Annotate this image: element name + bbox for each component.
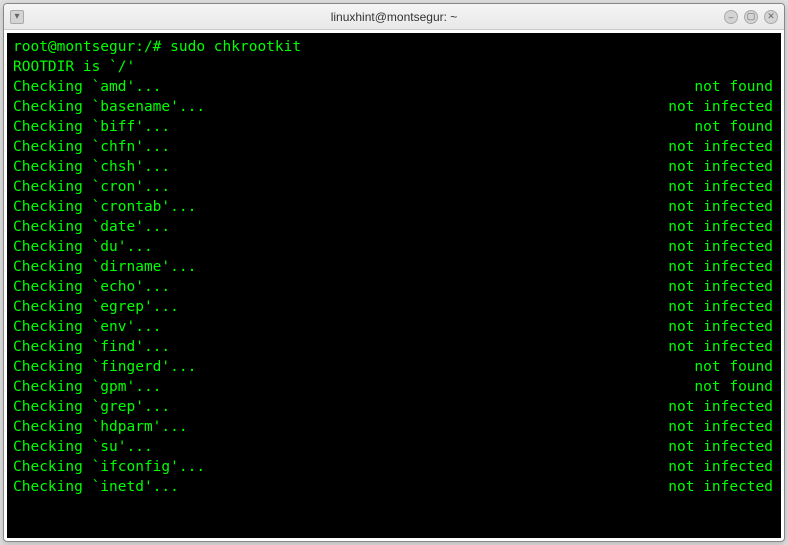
check-row: Checking `gpm'... not found bbox=[13, 377, 775, 397]
checks-output: Checking `amd'...not foundChecking `base… bbox=[13, 77, 775, 497]
check-name: Checking `chfn'... bbox=[13, 137, 170, 157]
check-name: Checking `inetd'... bbox=[13, 477, 179, 497]
check-row: Checking `hdparm'... not infected bbox=[13, 417, 775, 437]
check-row: Checking `su'... not infected bbox=[13, 437, 775, 457]
check-name: Checking `ifconfig'... bbox=[13, 457, 205, 477]
check-name: Checking `su'... bbox=[13, 437, 153, 457]
terminal-body[interactable]: root@montsegur:/# sudo chkrootkit ROOTDI… bbox=[7, 33, 781, 538]
check-row: Checking `basename'... not infected bbox=[13, 97, 775, 117]
check-name: Checking `fingerd'... bbox=[13, 357, 196, 377]
check-row: Checking `chsh'... not infected bbox=[13, 157, 775, 177]
check-row: Checking `chfn'... not infected bbox=[13, 137, 775, 157]
check-name: Checking `grep'... bbox=[13, 397, 170, 417]
check-row: Checking `env'... not infected bbox=[13, 317, 775, 337]
check-name: Checking `egrep'... bbox=[13, 297, 179, 317]
check-status: not infected bbox=[668, 137, 775, 157]
check-status: not infected bbox=[668, 197, 775, 217]
check-status: not infected bbox=[668, 97, 775, 117]
check-row: Checking `fingerd'... not found bbox=[13, 357, 775, 377]
check-status: not infected bbox=[668, 337, 775, 357]
check-name: Checking `cron'... bbox=[13, 177, 170, 197]
check-row: Checking `cron'... not infected bbox=[13, 177, 775, 197]
rootdir-line: ROOTDIR is `/' bbox=[13, 57, 775, 77]
check-status: not found bbox=[694, 117, 775, 137]
check-row: Checking `amd'... not found bbox=[13, 77, 775, 97]
check-name: Checking `find'... bbox=[13, 337, 170, 357]
check-status: not infected bbox=[668, 277, 775, 297]
check-row: Checking `biff'... not found bbox=[13, 117, 775, 137]
check-status: not infected bbox=[668, 217, 775, 237]
check-name: Checking `dirname'... bbox=[13, 257, 196, 277]
check-status: not infected bbox=[668, 457, 775, 477]
check-name: Checking `chsh'... bbox=[13, 157, 170, 177]
check-status: not infected bbox=[668, 177, 775, 197]
check-row: Checking `inetd'... not infected bbox=[13, 477, 775, 497]
check-row: Checking `find'... not infected bbox=[13, 337, 775, 357]
check-status: not infected bbox=[668, 437, 775, 457]
check-status: not infected bbox=[668, 397, 775, 417]
check-row: Checking `ifconfig'... not infected bbox=[13, 457, 775, 477]
check-status: not infected bbox=[668, 237, 775, 257]
check-status: not found bbox=[694, 377, 775, 397]
window-title: linuxhint@montsegur: ~ bbox=[331, 10, 458, 24]
check-name: Checking `date'... bbox=[13, 217, 170, 237]
check-row: Checking `date'... not infected bbox=[13, 217, 775, 237]
check-name: Checking `echo'... bbox=[13, 277, 170, 297]
check-status: not infected bbox=[668, 417, 775, 437]
minimize-button[interactable]: – bbox=[724, 10, 738, 24]
prompt-command: sudo chkrootkit bbox=[170, 39, 301, 55]
check-row: Checking `egrep'... not infected bbox=[13, 297, 775, 317]
check-status: not infected bbox=[668, 297, 775, 317]
check-status: not found bbox=[694, 357, 775, 377]
check-name: Checking `env'... bbox=[13, 317, 161, 337]
check-name: Checking `hdparm'... bbox=[13, 417, 188, 437]
check-status: not infected bbox=[668, 257, 775, 277]
check-row: Checking `du'... not infected bbox=[13, 237, 775, 257]
maximize-button[interactable]: ▢ bbox=[744, 10, 758, 24]
check-status: not infected bbox=[668, 317, 775, 337]
check-name: Checking `basename'... bbox=[13, 97, 205, 117]
check-name: Checking `gpm'... bbox=[13, 377, 161, 397]
check-status: not infected bbox=[668, 477, 775, 497]
prompt-line: root@montsegur:/# sudo chkrootkit bbox=[13, 37, 775, 57]
check-name: Checking `du'... bbox=[13, 237, 153, 257]
check-status: not found bbox=[694, 77, 775, 97]
check-name: Checking `crontab'... bbox=[13, 197, 196, 217]
prompt-prefix: root@montsegur:/# bbox=[13, 39, 161, 55]
window-controls: – ▢ ✕ bbox=[724, 10, 778, 24]
terminal-window: ▾ linuxhint@montsegur: ~ – ▢ ✕ root@mont… bbox=[3, 3, 785, 542]
window-titlebar[interactable]: ▾ linuxhint@montsegur: ~ – ▢ ✕ bbox=[4, 4, 784, 30]
check-name: Checking `amd'... bbox=[13, 77, 161, 97]
check-status: not infected bbox=[668, 157, 775, 177]
check-row: Checking `crontab'... not infected bbox=[13, 197, 775, 217]
check-row: Checking `grep'... not infected bbox=[13, 397, 775, 417]
close-button[interactable]: ✕ bbox=[764, 10, 778, 24]
check-name: Checking `biff'... bbox=[13, 117, 170, 137]
window-menu-icon[interactable]: ▾ bbox=[10, 10, 24, 24]
check-row: Checking `dirname'... not infected bbox=[13, 257, 775, 277]
check-row: Checking `echo'... not infected bbox=[13, 277, 775, 297]
